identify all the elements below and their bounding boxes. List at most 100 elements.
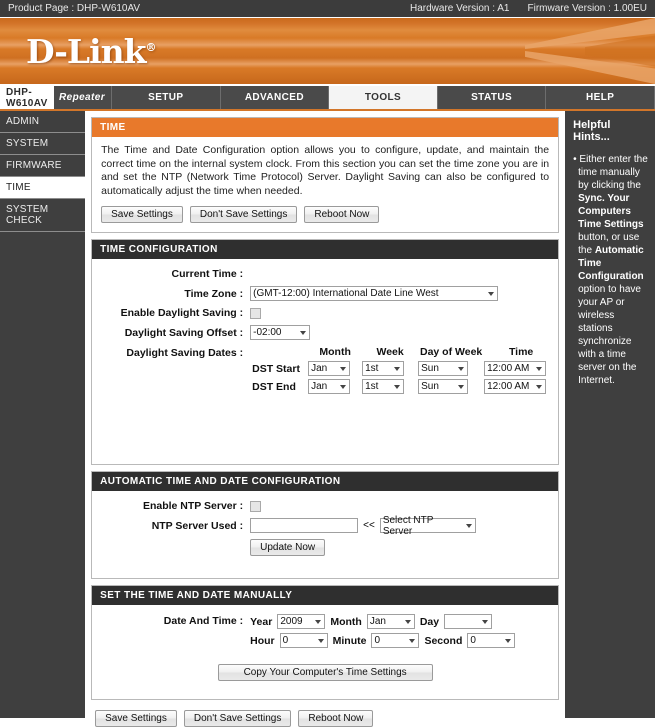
- minute-select[interactable]: 0: [371, 633, 420, 648]
- dst-start-month-select[interactable]: Jan: [308, 361, 351, 376]
- time-zone-value: (GMT-12:00) International Date Line West: [253, 288, 439, 299]
- main-nav-tabs: DHP-W610AV Repeater SETUP ADVANCED TOOLS…: [0, 86, 655, 111]
- dst-start-dow-select[interactable]: Sun: [418, 361, 469, 376]
- chevron-down-icon: [394, 366, 401, 371]
- top-product-bar: Product Page : DHP-W610AV Hardware Versi…: [0, 0, 655, 18]
- current-time-row: Current Time :: [92, 268, 558, 280]
- enable-ntp-checkbox[interactable]: [250, 500, 262, 512]
- time-panel-title: TIME: [92, 118, 559, 137]
- sidebar-item-time[interactable]: TIME: [0, 177, 86, 199]
- ntp-arrows-label: <<: [363, 520, 375, 531]
- hour-value: 0: [282, 635, 289, 646]
- dst-end-time-select[interactable]: 12:00 AM: [484, 379, 547, 394]
- ntp-server-label: NTP Server Used :: [151, 519, 244, 532]
- date-and-time-row: Date And Time : Year 2009 Month Jan Day: [92, 614, 558, 652]
- time-zone-row: Time Zone : (GMT-12:00) International Da…: [92, 286, 558, 301]
- time-fields-row: Hour 0 Minute 0 Second 0: [250, 633, 516, 648]
- chevron-down-icon: [465, 523, 472, 528]
- date-fields-row: Year 2009 Month Jan Day: [250, 614, 515, 629]
- hour-label: Hour: [250, 634, 275, 647]
- time-zone-select[interactable]: (GMT-12:00) International Date Line West: [250, 286, 499, 301]
- enable-daylight-saving-row: Enable Daylight Saving :: [92, 307, 558, 319]
- firmware-version-label: Firmware Version : 1.00EU: [527, 3, 648, 14]
- nav-model-tab: DHP-W610AV Repeater: [0, 86, 112, 109]
- time-panel: TIME The Time and Date Configuration opt…: [91, 117, 560, 233]
- chevron-down-icon: [505, 638, 512, 643]
- product-page-label: Product Page : DHP-W610AV: [8, 3, 141, 14]
- date-time-fields: Year 2009 Month Jan Day Hour 0 Minute 0 …: [250, 614, 516, 652]
- chevron-down-icon: [488, 291, 495, 296]
- dst-start-time-select[interactable]: 12:00 AM: [484, 361, 547, 376]
- tab-help[interactable]: HELP: [546, 86, 655, 109]
- dst-start-month-value: Jan: [311, 363, 328, 374]
- nav-model-name: DHP-W610AV: [0, 86, 54, 109]
- month-label: Month: [330, 615, 362, 628]
- tab-status[interactable]: STATUS: [437, 86, 547, 109]
- day-label: Day: [419, 615, 440, 628]
- enable-ntp-row: Enable NTP Server :: [92, 500, 558, 512]
- tab-tools[interactable]: TOOLS: [329, 86, 438, 109]
- dst-col-day-of-week: Day of Week: [420, 346, 483, 358]
- second-select[interactable]: 0: [467, 633, 516, 648]
- daylight-saving-offset-row: Daylight Saving Offset : -02:00: [92, 325, 558, 340]
- dst-table-header: Month Week Day of Week Time: [252, 346, 558, 358]
- chevron-down-icon: [315, 619, 322, 624]
- dst-end-dow-value: Sun: [421, 381, 439, 392]
- save-settings-button-top[interactable]: Save Settings: [101, 206, 183, 223]
- time-panel-description: The Time and Date Configuration option a…: [101, 144, 550, 197]
- month-select[interactable]: Jan: [366, 614, 415, 629]
- dst-col-week: Week: [376, 346, 404, 358]
- second-value: 0: [470, 635, 476, 646]
- daylight-saving-offset-select[interactable]: -02:00: [250, 325, 311, 340]
- dst-end-week-select[interactable]: 1st: [362, 379, 405, 394]
- dst-end-month-select[interactable]: Jan: [308, 379, 351, 394]
- minute-label: Minute: [332, 634, 367, 647]
- chevron-down-icon: [409, 638, 416, 643]
- dst-end-week-value: 1st: [365, 381, 379, 392]
- time-configuration-form: Current Time : Time Zone : (GMT-12:00) I…: [92, 259, 558, 464]
- manual-time-form: Date And Time : Year 2009 Month Jan Day: [92, 605, 558, 699]
- dlink-logo: D-Link®: [26, 32, 157, 71]
- reboot-now-button-top[interactable]: Reboot Now: [304, 206, 380, 223]
- save-settings-button-bottom[interactable]: Save Settings: [95, 710, 177, 727]
- year-select[interactable]: 2009: [277, 614, 326, 629]
- sidebar-item-firmware[interactable]: FIRMWARE: [0, 155, 86, 177]
- chevron-down-icon: [394, 384, 401, 389]
- chevron-down-icon: [482, 619, 489, 624]
- year-value: 2009: [280, 616, 303, 627]
- dst-start-row: DST Start Jan 1st Sun 12:00 AM: [252, 361, 558, 376]
- copy-computer-time-settings-button[interactable]: Copy Your Computer's Time Settings: [217, 664, 433, 681]
- sidebar-item-system[interactable]: SYSTEM: [0, 133, 86, 155]
- hints-bold-1: Sync. Your Computers Time Settings: [578, 193, 644, 230]
- dont-save-settings-button-bottom[interactable]: Don't Save Settings: [183, 710, 292, 727]
- dst-end-label: DST End: [252, 380, 296, 393]
- dst-table: Month Week Day of Week Time DST Start Ja…: [250, 346, 558, 394]
- reboot-now-button-bottom[interactable]: Reboot Now: [298, 710, 374, 727]
- select-ntp-server-select[interactable]: Select NTP Server: [379, 515, 476, 537]
- current-time-label: Current Time :: [171, 268, 244, 280]
- sidebar-item-system-check[interactable]: SYSTEM CHECK: [0, 199, 86, 232]
- sidebar-item-admin[interactable]: ADMIN: [0, 111, 86, 133]
- update-now-button[interactable]: Update Now: [250, 539, 326, 556]
- enable-ntp-label: Enable NTP Server :: [142, 500, 244, 512]
- time-configuration-panel: TIME CONFIGURATION Current Time : Time Z…: [91, 239, 560, 465]
- chevron-down-icon: [458, 384, 465, 389]
- enable-daylight-saving-checkbox[interactable]: [250, 307, 262, 319]
- helpful-hints-panel: Helpful Hints... • Either enter the time…: [563, 111, 655, 718]
- tab-setup[interactable]: SETUP: [112, 86, 221, 109]
- hints-text-3: option to have your AP or wireless stati…: [578, 284, 641, 386]
- automatic-time-title: AUTOMATIC TIME AND DATE CONFIGURATION: [92, 472, 559, 491]
- second-label: Second: [424, 634, 463, 647]
- dst-end-dow-select[interactable]: Sun: [418, 379, 469, 394]
- tab-advanced[interactable]: ADVANCED: [220, 86, 330, 109]
- dst-start-dow-value: Sun: [421, 363, 439, 374]
- dst-end-time-value: 12:00 AM: [487, 381, 530, 392]
- dst-start-week-select[interactable]: 1st: [362, 361, 405, 376]
- ntp-server-input[interactable]: [250, 518, 359, 533]
- day-select[interactable]: [444, 614, 493, 629]
- time-panel-body: The Time and Date Configuration option a…: [92, 137, 558, 232]
- dst-end-row: DST End Jan 1st Sun 12:00 AM: [252, 379, 558, 394]
- brand-banner: D-Link®: [0, 18, 655, 86]
- hour-select[interactable]: 0: [279, 633, 328, 648]
- dont-save-settings-button-top[interactable]: Don't Save Settings: [189, 206, 298, 223]
